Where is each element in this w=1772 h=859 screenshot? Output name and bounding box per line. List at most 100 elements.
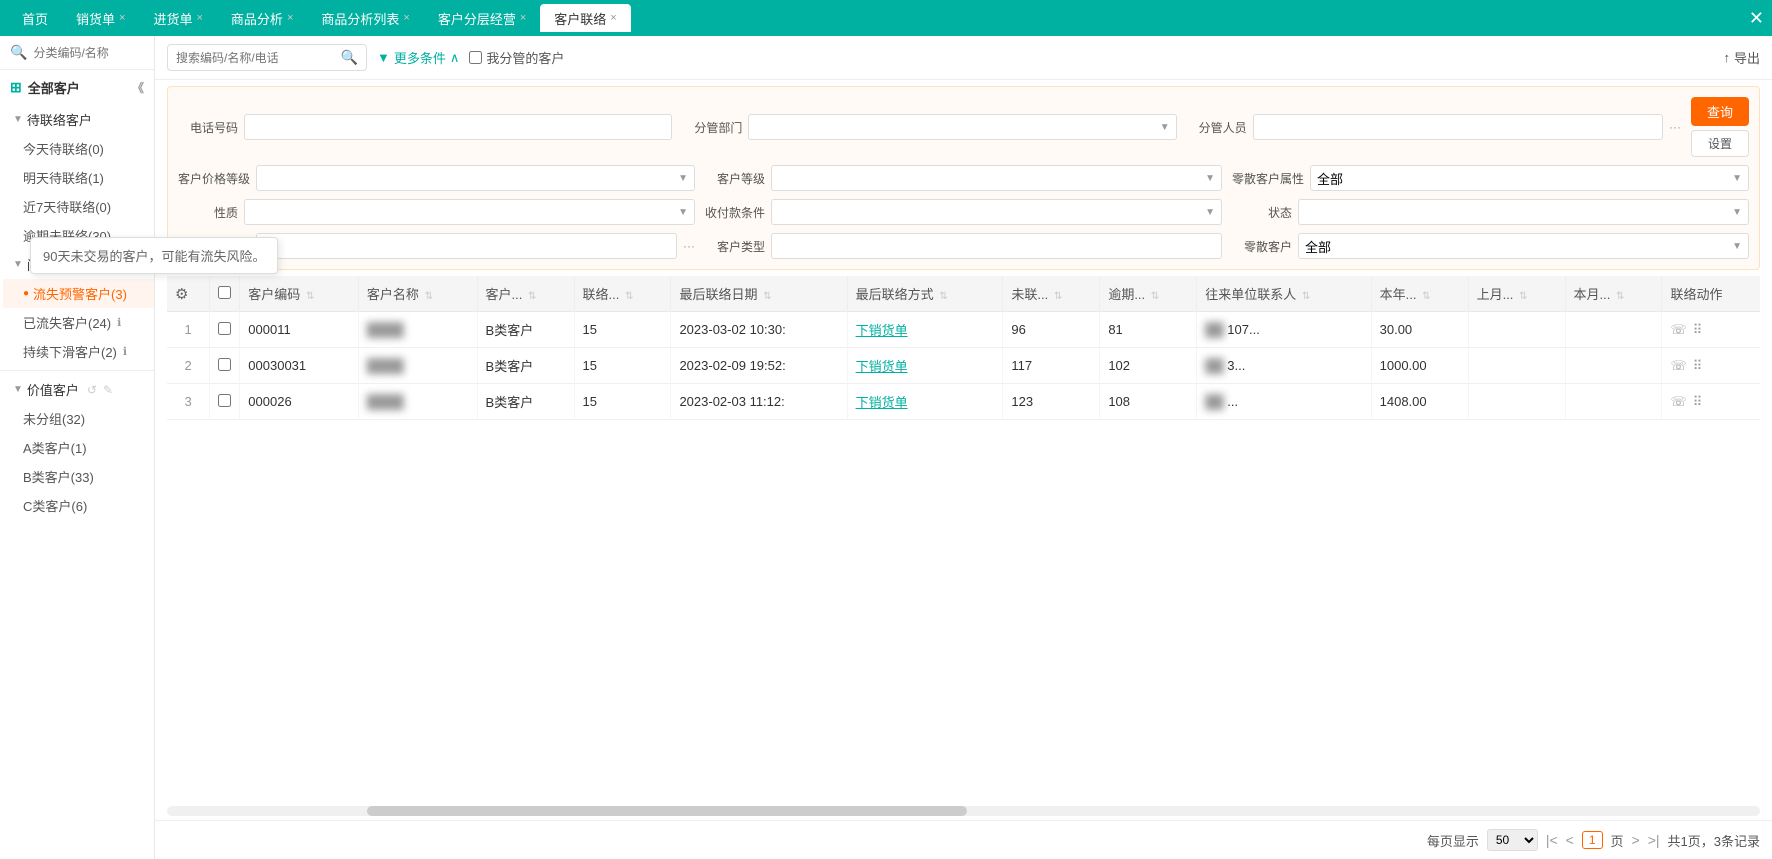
sidebar-section-pending-header[interactable]: ▼ 待联络客户 [3,105,154,134]
filter-gender-select[interactable]: ▼ [244,199,695,225]
filter-manager-select[interactable] [1253,114,1663,140]
sort-icon-name[interactable]: ⇅ [425,291,433,302]
sidebar-item-churn-warning[interactable]: ● 流失预警客户(3) [3,279,154,308]
sort-icon-overdue[interactable]: ⇅ [1151,291,1159,302]
filter-status-select[interactable]: ▼ [1298,199,1749,225]
action-contact-icon-1[interactable]: ☏ [1670,358,1686,374]
cell-method-0[interactable]: 下销货单 [847,312,1003,348]
tab-sales-close[interactable]: × [119,12,125,24]
tab-purchase-close[interactable]: × [196,12,202,24]
method-link-1[interactable]: 下销货单 [856,359,908,374]
action-more-icon-0[interactable]: ⠿ [1693,322,1703,338]
filter-region-select[interactable] [256,233,677,259]
per-page-select[interactable]: 50 100 [1487,829,1538,851]
sort-icon-year[interactable]: ⇅ [1422,291,1430,302]
tab-sales[interactable]: 销货单 × [62,4,139,32]
action-contact-icon-2[interactable]: ☏ [1670,394,1686,410]
row-checkbox-1[interactable] [218,358,231,371]
search-submit-icon[interactable]: 🔍 [341,49,358,66]
sidebar-item-7days[interactable]: 近7天待联络(0) [3,192,154,221]
edit-icon[interactable]: ✎ [103,383,113,397]
tab-product-list[interactable]: 商品分析列表 × [307,4,423,32]
export-btn[interactable]: ↑ 导出 [1723,48,1760,67]
sidebar-item-ungroup[interactable]: 未分组(32) [3,404,154,433]
my-customers-checkbox[interactable] [469,51,482,64]
cell-checkbox-2[interactable] [210,384,240,420]
action-more-icon-2[interactable]: ⠿ [1693,394,1703,410]
bottom-scrollbar[interactable] [167,806,1760,816]
tab-customer-layer-close[interactable]: × [520,12,526,24]
filter-manager-more[interactable]: ··· [1669,120,1681,134]
select-all-checkbox[interactable] [218,286,231,299]
sort-icon-last-month[interactable]: ⇅ [1519,291,1527,302]
tab-home[interactable]: 首页 [8,4,62,32]
cell-checkbox-1[interactable] [210,348,240,384]
sidebar-item-churned[interactable]: 已流失客户(24) ℹ [3,308,154,337]
filter-zero-attr-select[interactable]: 全部 ▼ [1310,165,1749,191]
action-contact-icon-0[interactable]: ☏ [1670,322,1686,338]
tab-product-list-close[interactable]: × [403,12,409,24]
filter-phone-input[interactable] [244,114,672,140]
cell-method-1[interactable]: 下销货单 [847,348,1003,384]
sidebar-section-pending: ▼ 待联络客户 今天待联络(0) 明天待联络(1) 近7天待联络(0) 逾期未联… [0,105,154,250]
column-settings-icon[interactable]: ⚙ [175,286,188,303]
sidebar-all-customers[interactable]: ⊞ 全部客户 《 [0,70,154,105]
dot-icon: ● [23,288,29,299]
filter-customer-type-select[interactable] [771,233,1222,259]
sort-icon-code[interactable]: ⇅ [306,291,314,302]
filter-customer-level-select[interactable]: ▼ [771,165,1222,191]
my-customers-checkbox-wrap[interactable]: 我分管的客户 [469,48,564,67]
tab-product-analysis-close[interactable]: × [287,12,293,24]
prev-page-btn[interactable]: < [1566,832,1574,848]
tab-purchase[interactable]: 进货单 × [139,4,216,32]
filter-more-btn[interactable]: ▼ 更多条件 ∧ [377,48,459,67]
sidebar-item-a-class[interactable]: A类客户(1) [3,433,154,462]
export-label: 导出 [1734,48,1760,67]
row-checkbox-0[interactable] [218,322,231,335]
close-window-btn[interactable]: ✕ [1749,8,1764,29]
query-button[interactable]: 查询 [1691,97,1749,126]
filter-customer-type-label: 客户类型 [705,238,765,255]
sort-icon-this-month[interactable]: ⇅ [1616,291,1624,302]
sidebar-item-today[interactable]: 今天待联络(0) [3,134,154,163]
sort-icon-date[interactable]: ⇅ [763,291,771,302]
cell-overdue-0: 81 [1100,312,1197,348]
sort-icon-contact[interactable]: ⇅ [625,291,633,302]
tab-customer-contact[interactable]: 客户联络 × [540,4,630,32]
first-page-btn[interactable]: |< [1546,832,1558,848]
th-last-contact-date: 最后联络日期 ⇅ [671,276,847,312]
filter-price-level-select[interactable]: ▼ [256,165,695,191]
sidebar-item-tomorrow[interactable]: 明天待联络(1) [3,163,154,192]
cell-method-2[interactable]: 下销货单 [847,384,1003,420]
method-link-2[interactable]: 下销货单 [856,395,908,410]
method-link-0[interactable]: 下销货单 [856,323,908,338]
action-more-icon-1[interactable]: ⠿ [1693,358,1703,374]
filter-region-more[interactable]: ··· [683,239,695,253]
filter-panel: 电话号码 分管部门 ▼ 分管人员 ··· 查询 [167,86,1760,270]
next-page-btn[interactable]: > [1632,832,1640,848]
refresh-icon[interactable]: ↺ [87,383,97,397]
sort-icon-method[interactable]: ⇅ [939,291,947,302]
sidebar-item-b-class[interactable]: B类客户(33) [3,462,154,491]
row-checkbox-2[interactable] [218,394,231,407]
tab-product-analysis[interactable]: 商品分析 × [217,4,307,32]
sort-icon-type[interactable]: ⇅ [528,291,536,302]
sidebar-item-c-class[interactable]: C类客户(6) [3,491,154,520]
tab-home-label: 首页 [22,9,48,28]
tab-customer-contact-close[interactable]: × [610,12,616,24]
filter-zero-customer-select[interactable]: 全部 ▼ [1298,233,1749,259]
sort-icon-uncontacted[interactable]: ⇅ [1054,291,1062,302]
th-last-contact-date-label: 最后联络日期 [679,287,757,302]
search-input[interactable] [176,51,335,65]
settings-button[interactable]: 设置 [1691,130,1749,157]
sort-icon-unit[interactable]: ⇅ [1302,291,1310,302]
last-page-btn[interactable]: >| [1648,832,1660,848]
sidebar-section-value-header[interactable]: ▼ 价值客户 ↺ ✎ [3,375,154,404]
sidebar-item-declining[interactable]: 持续下滑客户(2) ℹ [3,337,154,366]
sidebar-search-input[interactable] [33,46,144,60]
filter-payment-select[interactable]: ▼ [771,199,1222,225]
tab-customer-layer[interactable]: 客户分层经营 × [424,4,540,32]
cell-checkbox-0[interactable] [210,312,240,348]
cell-num-0: 1 [167,312,210,348]
filter-dept-select[interactable]: ▼ [748,114,1176,140]
